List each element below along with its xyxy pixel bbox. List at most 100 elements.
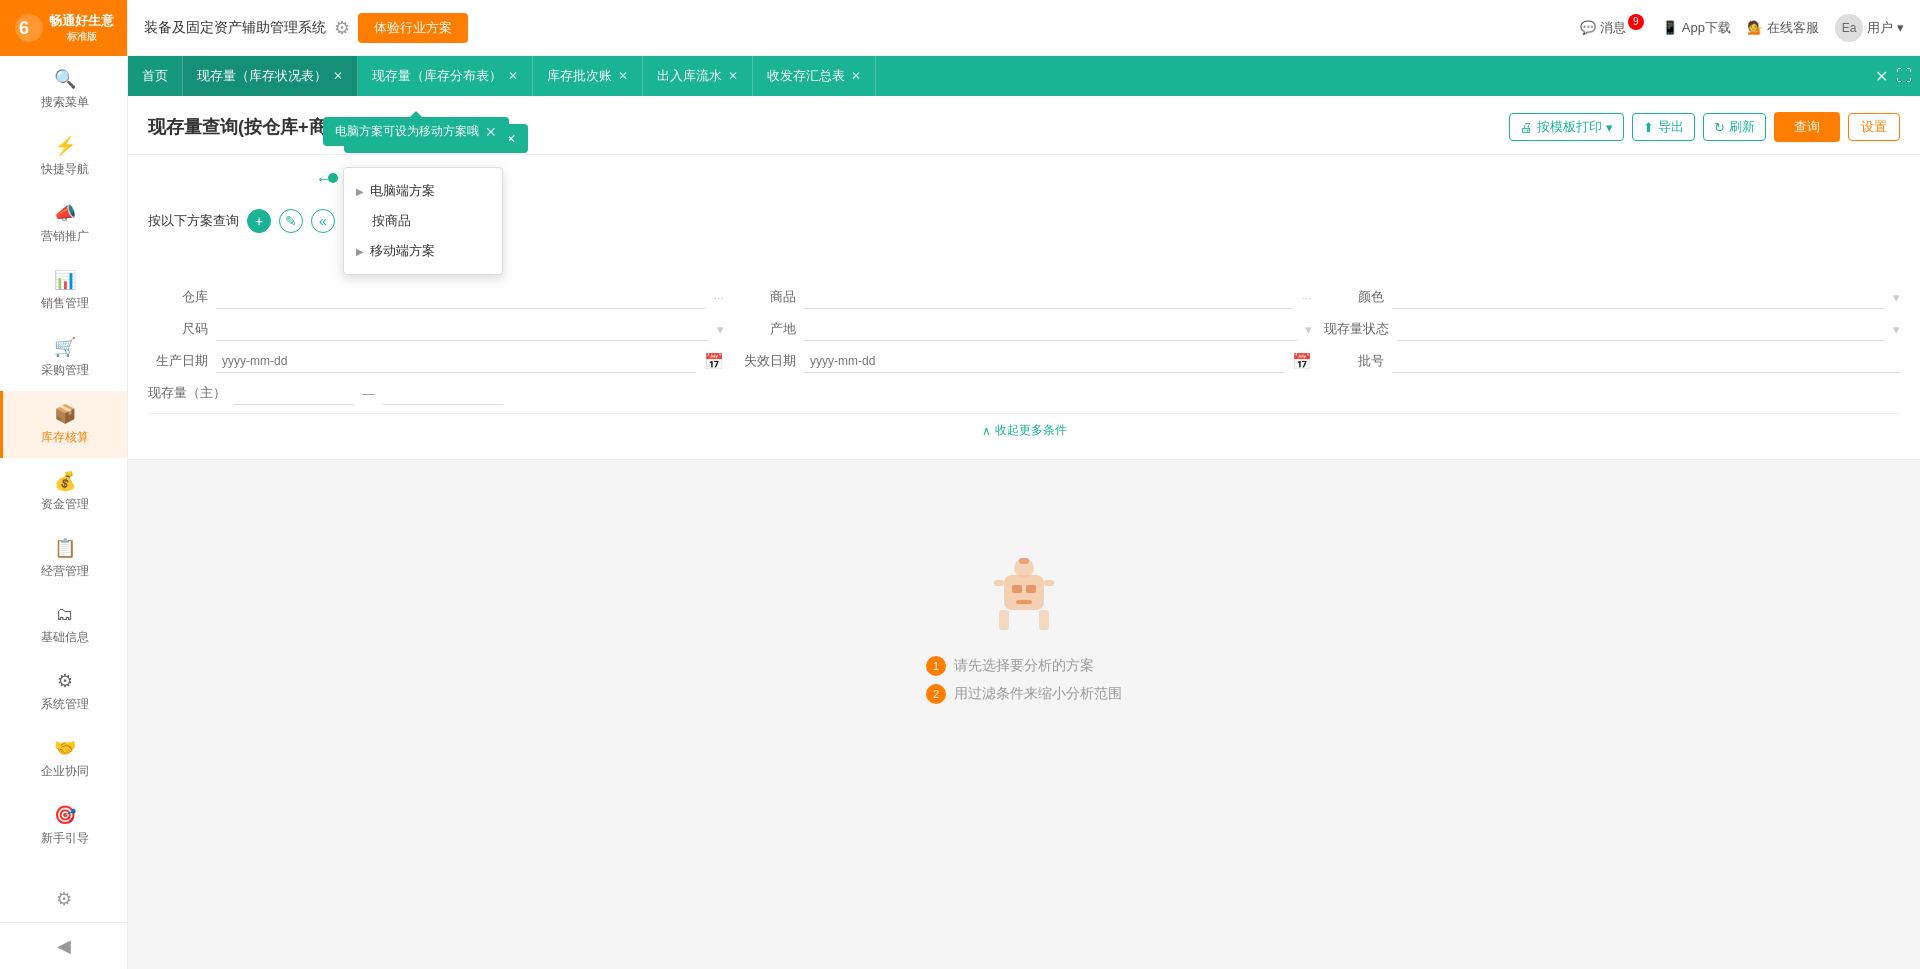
sidebar-collapse-btn[interactable]: ◀ bbox=[0, 922, 127, 969]
batch-input[interactable] bbox=[1392, 349, 1900, 373]
chevron-up-icon: ∧ bbox=[982, 424, 991, 438]
goods-dots[interactable]: ··· bbox=[1301, 290, 1312, 305]
tab-inventory-status[interactable]: 现存量（库存状况表） ✕ bbox=[183, 56, 358, 96]
tab-close-icon[interactable]: ✕ bbox=[618, 69, 628, 83]
collapse-bar[interactable]: ∧ 收起更多条件 bbox=[148, 413, 1900, 447]
filter-field-batch: 批号 bbox=[1324, 349, 1900, 373]
svg-rect-2 bbox=[1004, 575, 1044, 610]
color-chevron[interactable]: ▾ bbox=[1893, 290, 1900, 305]
online-service-label: 在线客服 bbox=[1767, 19, 1819, 37]
chevron-down-icon: ▾ bbox=[1897, 20, 1904, 35]
goods-label: 商品 bbox=[736, 288, 796, 306]
sidebar-item-basic[interactable]: 🗂 基础信息 bbox=[0, 592, 127, 658]
close-tab-btn[interactable]: ✕ bbox=[1875, 67, 1888, 86]
sidebar-settings-btn[interactable]: ⚙ bbox=[0, 876, 127, 922]
sidebar-item-guide[interactable]: 🎯 新手引导 bbox=[0, 792, 127, 859]
sidebar-item-label: 采购管理 bbox=[41, 362, 89, 379]
tab-home[interactable]: 首页 bbox=[128, 56, 183, 96]
stock-qty-min[interactable] bbox=[234, 381, 354, 405]
export-btn[interactable]: ⬆ 导出 bbox=[1632, 113, 1695, 141]
scheme-dropdown: 电脑方案可设为移动方案哦 ✕ ← 这里可以创建和修改方案哦 ✕ bbox=[343, 167, 503, 275]
svg-text:6: 6 bbox=[19, 18, 29, 38]
empty-tips: 1 请先选择要分析的方案 2 用过滤条件来缩小分析范围 bbox=[926, 656, 1122, 704]
sidebar-item-sales[interactable]: 📊 销售管理 bbox=[0, 257, 127, 324]
add-scheme-btn[interactable]: + bbox=[247, 209, 271, 233]
sidebar-item-purchase[interactable]: 🛒 采购管理 bbox=[0, 324, 127, 391]
tab-inout-flow[interactable]: 出入库流水 ✕ bbox=[643, 56, 753, 96]
origin-input[interactable] bbox=[804, 317, 1297, 341]
tip-number-1: 1 bbox=[926, 656, 946, 676]
flash-icon: ⚡ bbox=[54, 135, 76, 157]
messages-btn[interactable]: 💬 消息 9 bbox=[1580, 19, 1646, 37]
tab-label: 现存量（库存分布表） bbox=[372, 67, 502, 85]
warehouse-dots[interactable]: ··· bbox=[713, 290, 724, 305]
sidebar-item-label: 搜索菜单 bbox=[41, 94, 89, 111]
chevron-down-icon: ▾ bbox=[1606, 120, 1613, 135]
sidebar-item-inventory[interactable]: 📦 库存核算 bbox=[0, 391, 127, 458]
warehouse-input[interactable] bbox=[216, 285, 705, 309]
tabbar-actions: ✕ ⛶ bbox=[1867, 56, 1920, 96]
sidebar-item-operations[interactable]: 📋 经营管理 bbox=[0, 525, 127, 592]
tab-label: 库存批次账 bbox=[547, 67, 612, 85]
production-date-calendar-icon[interactable]: 📅 bbox=[704, 352, 724, 371]
industry-plan-button[interactable]: 体验行业方案 bbox=[358, 13, 468, 43]
tab-batch-account[interactable]: 库存批次账 ✕ bbox=[533, 56, 643, 96]
filter-field-stock-status: 现存量状态 ▾ bbox=[1324, 317, 1900, 341]
empty-illustration bbox=[974, 540, 1074, 640]
scheme-item-label: 按商品 bbox=[372, 212, 411, 230]
sidebar-item-system[interactable]: ⚙ 系统管理 bbox=[0, 658, 127, 725]
stock-qty-max[interactable] bbox=[383, 381, 503, 405]
scheme-item-goods[interactable]: 按商品 bbox=[344, 206, 502, 236]
online-service-btn[interactable]: 💁 在线客服 bbox=[1747, 19, 1819, 37]
sidebar-item-quicknav[interactable]: ⚡ 快捷导航 bbox=[0, 123, 127, 190]
filter-row-1: 仓库 ··· 商品 ··· 颜色 ▾ bbox=[148, 285, 1900, 309]
gear-icon: ⚙ bbox=[57, 670, 73, 692]
query-button[interactable]: 查询 bbox=[1774, 112, 1840, 142]
template-print-label: 按模板打印 bbox=[1537, 118, 1602, 136]
topbar-settings-icon[interactable]: ⚙ bbox=[334, 17, 350, 39]
target-icon: 🎯 bbox=[54, 804, 76, 826]
color-input[interactable] bbox=[1392, 285, 1885, 309]
size-chevron[interactable]: ▾ bbox=[717, 322, 724, 337]
template-print-btn[interactable]: 🖨 按模板打印 ▾ bbox=[1509, 113, 1624, 141]
refresh-btn[interactable]: ↻ 刷新 bbox=[1703, 113, 1766, 141]
back-scheme-btn[interactable]: « bbox=[311, 209, 335, 233]
tab-close-icon[interactable]: ✕ bbox=[728, 69, 738, 83]
production-date-input[interactable] bbox=[216, 350, 696, 373]
filter-label: 按以下方案查询 bbox=[148, 212, 239, 230]
tab-inventory-dist[interactable]: 现存量（库存分布表） ✕ bbox=[358, 56, 533, 96]
empty-state: 1 请先选择要分析的方案 2 用过滤条件来缩小分析范围 bbox=[128, 460, 1920, 744]
app-download-btn[interactable]: 📱 App下载 bbox=[1662, 19, 1731, 37]
sidebar-item-search[interactable]: 🔍 搜索菜单 bbox=[0, 56, 127, 123]
color-label: 颜色 bbox=[1324, 288, 1384, 306]
stock-status-input[interactable] bbox=[1397, 317, 1885, 341]
batch-label: 批号 bbox=[1324, 352, 1384, 370]
tab-home-label: 首页 bbox=[142, 67, 168, 85]
expand-btn[interactable]: ⛶ bbox=[1896, 67, 1912, 85]
size-input[interactable] bbox=[216, 317, 709, 341]
system-name: 装备及固定资产辅助管理系统 bbox=[144, 19, 326, 37]
expiry-date-calendar-icon[interactable]: 📅 bbox=[1292, 352, 1312, 371]
scheme-desktop-group[interactable]: ▶ 电脑端方案 bbox=[344, 176, 502, 206]
edit-scheme-btn[interactable]: ✎ bbox=[279, 209, 303, 233]
tab-summary[interactable]: 收发存汇总表 ✕ bbox=[753, 56, 876, 96]
setup-button[interactable]: 设置 bbox=[1848, 113, 1900, 141]
empty-tip-2: 2 用过滤条件来缩小分析范围 bbox=[926, 684, 1122, 704]
tab-close-icon[interactable]: ✕ bbox=[333, 69, 343, 83]
stock-status-chevron[interactable]: ▾ bbox=[1893, 322, 1900, 337]
sidebar-item-marketing[interactable]: 📣 营销推广 bbox=[0, 190, 127, 257]
goods-input[interactable] bbox=[804, 285, 1293, 309]
tooltip-close[interactable]: ✕ bbox=[485, 124, 497, 140]
sidebar-item-label: 库存核算 bbox=[41, 429, 89, 446]
expiry-date-input[interactable] bbox=[804, 350, 1284, 373]
megaphone-icon: 📣 bbox=[54, 202, 76, 224]
origin-chevron[interactable]: ▾ bbox=[1305, 322, 1312, 337]
search-icon: 🔍 bbox=[54, 68, 76, 90]
tabbar: 首页 现存量（库存状况表） ✕ 现存量（库存分布表） ✕ 库存批次账 ✕ 出入库… bbox=[128, 56, 1920, 96]
tab-close-icon[interactable]: ✕ bbox=[851, 69, 861, 83]
sidebar-item-enterprise[interactable]: 🤝 企业协同 bbox=[0, 725, 127, 792]
user-menu-btn[interactable]: Ea 用户 ▾ bbox=[1835, 14, 1904, 42]
tab-close-icon[interactable]: ✕ bbox=[508, 69, 518, 83]
scheme-mobile-group[interactable]: ▶ 移动端方案 bbox=[344, 236, 502, 266]
sidebar-item-finance[interactable]: 💰 资金管理 bbox=[0, 458, 127, 525]
